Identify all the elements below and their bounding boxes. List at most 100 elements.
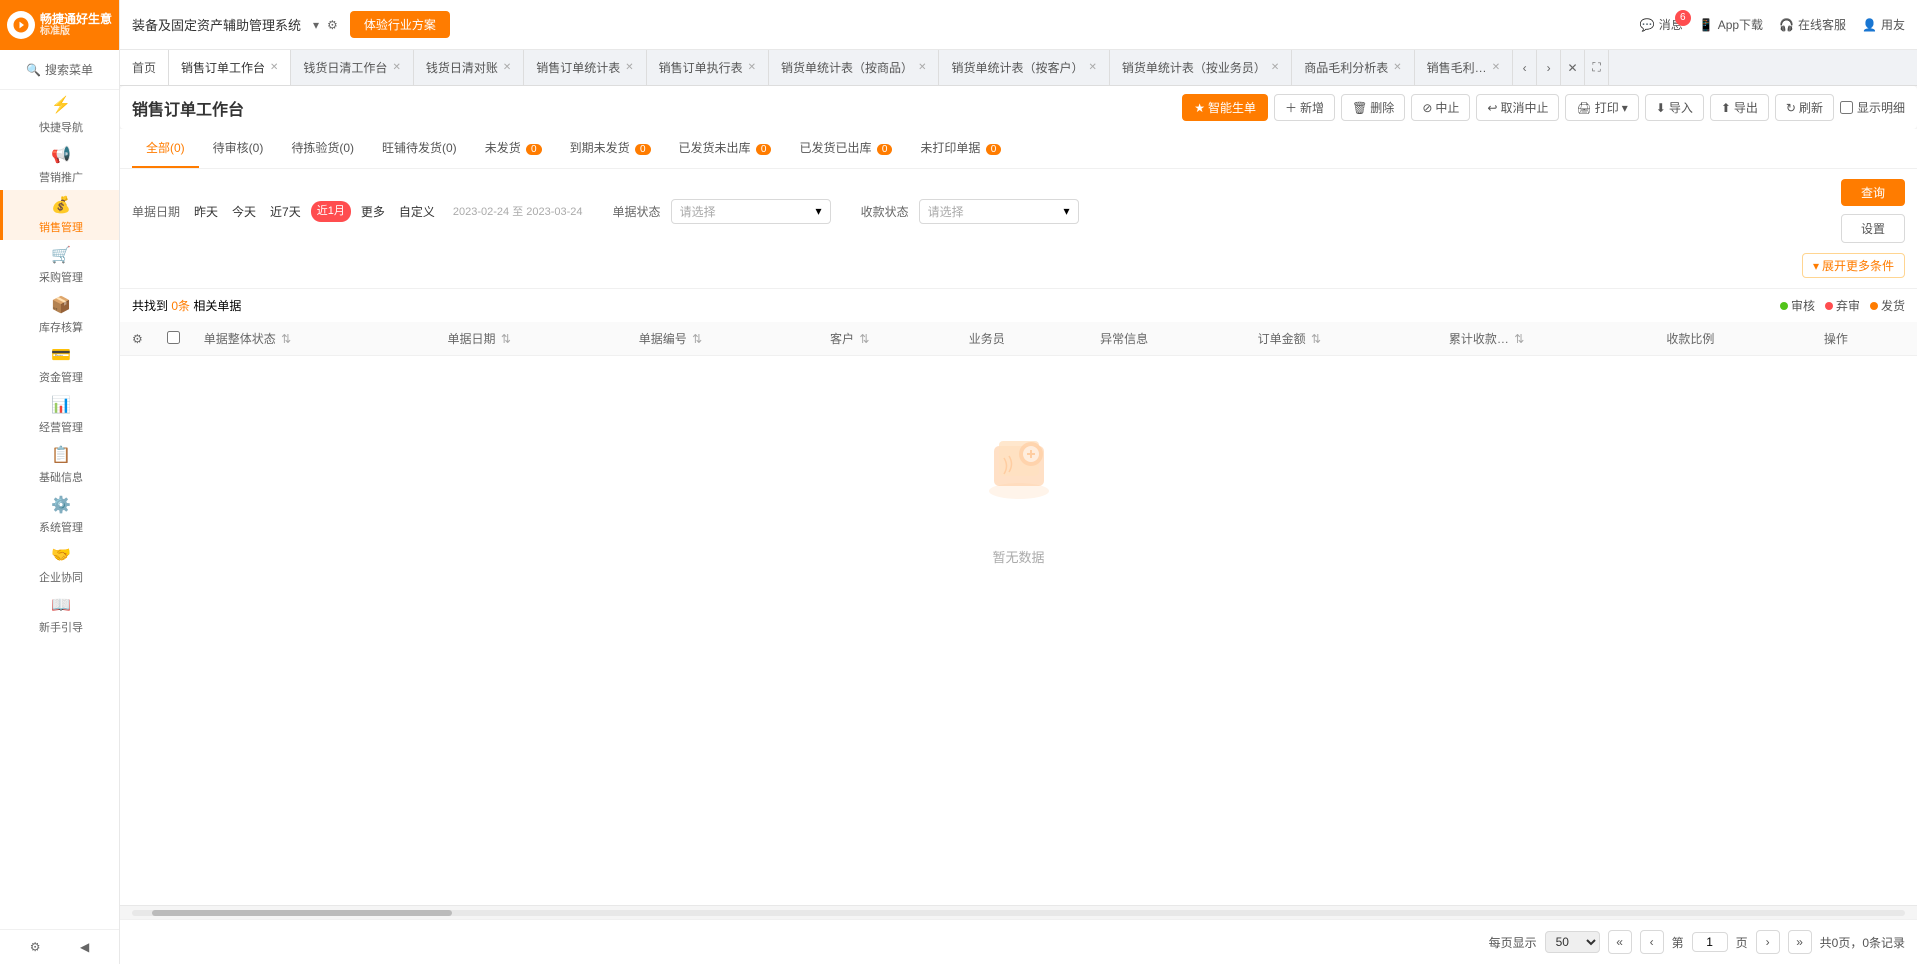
date-opt-7days[interactable]: 近7天 bbox=[266, 201, 305, 222]
tab-close-icon[interactable]: ✕ bbox=[270, 62, 278, 73]
cancel-stop-btn[interactable]: ↩ 取消中止 bbox=[1476, 94, 1559, 121]
tab-sales-goods[interactable]: 销货单统计表（按商品） ✕ bbox=[769, 50, 939, 86]
status-select[interactable]: 请选择 ▾ bbox=[671, 199, 831, 224]
audit-action-btn[interactable]: 审核 bbox=[1780, 297, 1815, 314]
query-btn[interactable]: 查询 bbox=[1841, 179, 1905, 206]
tab-scroll-right[interactable]: › bbox=[1537, 50, 1561, 86]
sort-number-icon[interactable]: ⇅ bbox=[692, 332, 702, 346]
filter-tab-overdue[interactable]: 到期未发货 0 bbox=[556, 129, 665, 168]
tab-close-icon-4[interactable]: ✕ bbox=[625, 62, 633, 73]
th-checkbox[interactable] bbox=[155, 322, 192, 356]
filter-tab-shipped-out[interactable]: 已发货已出库 0 bbox=[785, 129, 906, 168]
date-opt-yesterday[interactable]: 昨天 bbox=[190, 201, 222, 222]
tab-sales-staff[interactable]: 销货单统计表（按业务员） ✕ bbox=[1110, 50, 1292, 86]
filter-tab-wangpu[interactable]: 旺铺待发货(0) bbox=[368, 129, 471, 168]
sidebar-search[interactable]: 🔍 搜索菜单 bbox=[0, 50, 119, 90]
tab-close-icon-9[interactable]: ✕ bbox=[1393, 62, 1401, 73]
stop-btn[interactable]: ⊘ 中止 bbox=[1411, 94, 1470, 121]
import-btn[interactable]: ⬇ 导入 bbox=[1645, 94, 1704, 121]
settings-config-icon[interactable]: ⚙ bbox=[327, 18, 338, 32]
sort-status-icon[interactable]: ⇅ bbox=[281, 332, 291, 346]
payment-select[interactable]: 请选择 ▾ bbox=[919, 199, 1079, 224]
tab-cash-clear[interactable]: 钱货日清工作台 ✕ bbox=[291, 50, 413, 86]
settings-icon[interactable]: ⚙ bbox=[30, 940, 41, 954]
print-btn[interactable]: 🖨 打印 ▾ bbox=[1565, 94, 1638, 121]
sort-collected-icon[interactable]: ⇅ bbox=[1514, 332, 1524, 346]
filter-tab-pending-review[interactable]: 待审核(0) bbox=[199, 129, 278, 168]
next-page-btn[interactable]: › bbox=[1756, 930, 1780, 954]
page-size-select[interactable]: 50 100 bbox=[1545, 931, 1600, 953]
expand-conditions-btn[interactable]: ▾ 展开更多条件 bbox=[1802, 253, 1905, 278]
select-all-checkbox[interactable] bbox=[167, 331, 180, 344]
user-btn[interactable]: 👤 用友 bbox=[1862, 16, 1905, 33]
config-icon[interactable]: ⚙ bbox=[132, 332, 143, 346]
sidebar-item-quick-nav[interactable]: ⚡ 快捷导航 bbox=[0, 90, 119, 140]
online-service-btn[interactable]: 🎧 在线客服 bbox=[1779, 16, 1846, 33]
filter-tab-pending-inspect[interactable]: 待拣验货(0) bbox=[277, 129, 368, 168]
tab-close-icon-5[interactable]: ✕ bbox=[748, 62, 756, 73]
date-opt-today[interactable]: 今天 bbox=[228, 201, 260, 222]
tab-close-icon-2[interactable]: ✕ bbox=[392, 62, 400, 73]
filter-tab-not-shipped[interactable]: 未发货 0 bbox=[471, 129, 556, 168]
tab-cash-reconcile[interactable]: 钱货日清对账 ✕ bbox=[414, 50, 524, 86]
top-header: 装备及固定资产辅助管理系统 ▾ ⚙ 体验行业方案 💬 消息 6 📱 App下载 … bbox=[120, 0, 1917, 50]
tab-close-all[interactable]: ✕ bbox=[1561, 50, 1585, 86]
th-actions-label: 操作 bbox=[1824, 332, 1848, 346]
show-detail-input[interactable] bbox=[1840, 101, 1853, 114]
sidebar-item-basic-info[interactable]: 📋 基础信息 bbox=[0, 440, 119, 490]
tab-close-icon-6[interactable]: ✕ bbox=[918, 62, 926, 73]
refresh-btn[interactable]: ↻ 刷新 bbox=[1775, 94, 1834, 121]
date-opt-1month[interactable]: 近1月 bbox=[311, 201, 351, 222]
export-btn[interactable]: ⬆ 导出 bbox=[1710, 94, 1769, 121]
tab-sales-stat[interactable]: 销售订单统计表 ✕ bbox=[524, 50, 646, 86]
deliver-action-btn[interactable]: 发货 bbox=[1870, 297, 1905, 314]
date-opt-more[interactable]: 更多 bbox=[357, 201, 389, 222]
sort-customer-icon[interactable]: ⇅ bbox=[859, 332, 869, 346]
sidebar-item-finance[interactable]: 💳 资金管理 bbox=[0, 340, 119, 390]
sort-date-icon[interactable]: ⇅ bbox=[501, 332, 511, 346]
delete-btn[interactable]: 🗑 删除 bbox=[1341, 94, 1405, 121]
scrollbar-thumb[interactable] bbox=[152, 910, 452, 916]
cancel-audit-action-btn[interactable]: 弃审 bbox=[1825, 297, 1860, 314]
tab-sales-gross[interactable]: 销售毛利… ✕ bbox=[1415, 50, 1513, 86]
tab-sales-customer[interactable]: 销货单统计表（按客户） ✕ bbox=[939, 50, 1109, 86]
message-btn[interactable]: 💬 消息 6 bbox=[1640, 16, 1683, 33]
tab-scroll-left[interactable]: ‹ bbox=[1513, 50, 1537, 86]
tab-close-icon-3[interactable]: ✕ bbox=[503, 62, 511, 73]
collapse-icon[interactable]: ◀ bbox=[80, 940, 89, 954]
sidebar-item-guide[interactable]: 📖 新手引导 bbox=[0, 590, 119, 640]
filter-tab-not-printed[interactable]: 未打印单据 0 bbox=[906, 129, 1015, 168]
sidebar-item-inventory[interactable]: 📦 库存核算 bbox=[0, 290, 119, 340]
tab-sales-exec[interactable]: 销售订单执行表 ✕ bbox=[647, 50, 769, 86]
sidebar-item-operations[interactable]: 📊 经营管理 bbox=[0, 390, 119, 440]
smart-create-btn[interactable]: ★ 智能生单 bbox=[1182, 94, 1268, 121]
sort-amount-icon[interactable]: ⇅ bbox=[1311, 332, 1321, 346]
tab-home[interactable]: 首页 bbox=[120, 50, 169, 86]
th-date: 单据日期 ⇅ bbox=[436, 322, 627, 356]
sidebar-item-marketing[interactable]: 📢 营销推广 bbox=[0, 140, 119, 190]
industry-btn[interactable]: 体验行业方案 bbox=[350, 11, 450, 38]
tab-close-icon-8[interactable]: ✕ bbox=[1271, 62, 1279, 73]
sidebar-item-enterprise[interactable]: 🤝 企业协同 bbox=[0, 540, 119, 590]
tab-gross-analysis[interactable]: 商品毛利分析表 ✕ bbox=[1292, 50, 1414, 86]
app-download-btn[interactable]: 📱 App下载 bbox=[1699, 16, 1763, 33]
sidebar-item-system[interactable]: ⚙️ 系统管理 bbox=[0, 490, 119, 540]
tab-sales-order[interactable]: 销售订单工作台 ✕ bbox=[169, 50, 291, 86]
tab-close-icon-7[interactable]: ✕ bbox=[1088, 62, 1096, 73]
date-opt-custom[interactable]: 自定义 bbox=[395, 201, 439, 222]
tab-maximize[interactable]: ⛶ bbox=[1585, 50, 1609, 86]
tab-close-icon-10[interactable]: ✕ bbox=[1492, 62, 1500, 73]
sidebar-item-purchase[interactable]: 🛒 采购管理 bbox=[0, 240, 119, 290]
system-dropdown[interactable]: ▾ bbox=[313, 18, 319, 32]
sidebar-item-sales[interactable]: 💰 销售管理 bbox=[0, 190, 119, 240]
page-number-input[interactable] bbox=[1692, 932, 1728, 952]
add-btn[interactable]: ＋ 新增 bbox=[1274, 94, 1335, 121]
last-page-btn[interactable]: » bbox=[1788, 930, 1812, 954]
filter-tab-all[interactable]: 全部(0) bbox=[132, 129, 199, 168]
date-filter-label: 单据日期 bbox=[132, 203, 180, 220]
filter-tab-shipped-not-out[interactable]: 已发货未出库 0 bbox=[665, 129, 786, 168]
prev-page-btn[interactable]: ‹ bbox=[1640, 930, 1664, 954]
set-btn[interactable]: 设置 bbox=[1841, 214, 1905, 243]
first-page-btn[interactable]: « bbox=[1608, 930, 1632, 954]
show-detail-checkbox[interactable]: 显示明细 bbox=[1840, 99, 1905, 116]
